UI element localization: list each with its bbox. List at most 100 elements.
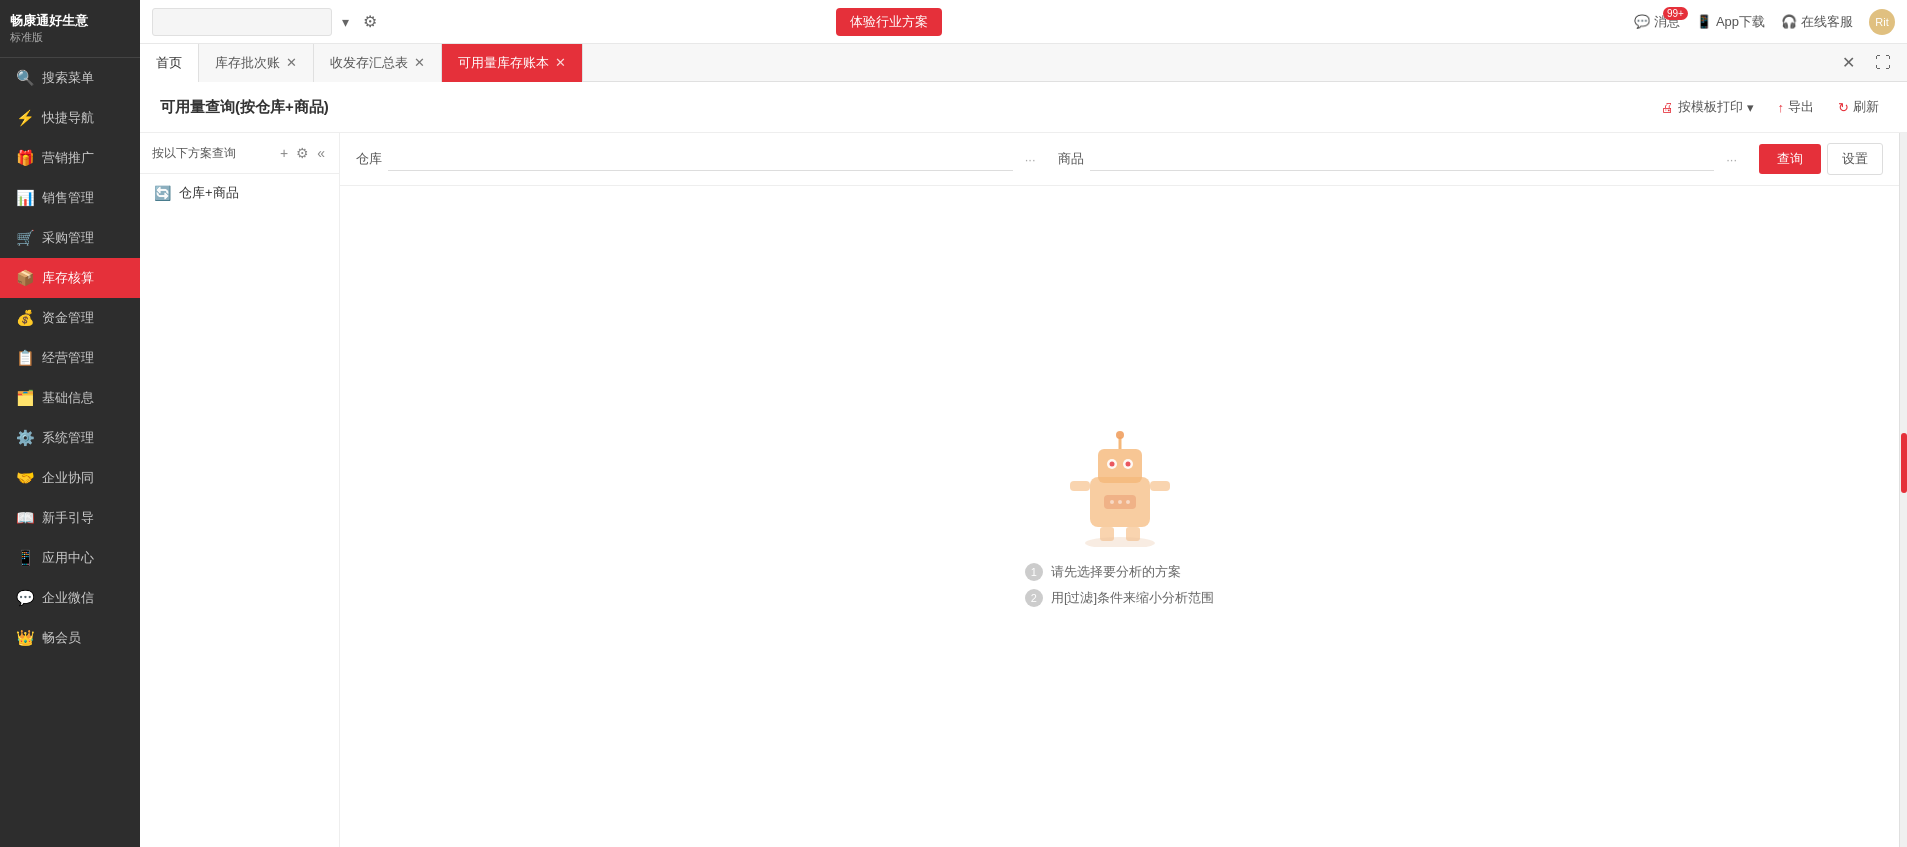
- topbar: ▾ ⚙ 体验行业方案 💬 消息 99+ 📱 App下载 🎧 在线客服 Rit: [140, 0, 1907, 44]
- close-tab-available-ledger[interactable]: ✕: [555, 56, 566, 69]
- product-input[interactable]: [1090, 147, 1715, 171]
- sidebar-icon-enterprise: 🤝: [16, 469, 34, 487]
- tab-receive-summary[interactable]: 收发存汇总表✕: [314, 44, 442, 82]
- export-icon: ↑: [1778, 100, 1785, 115]
- main-panel: 仓库 ··· 商品 ··· 查询 设置: [340, 133, 1899, 847]
- svg-point-16: [1085, 537, 1155, 547]
- product-label: 商品: [1058, 150, 1084, 168]
- sidebar-label-inventory: 库存核算: [42, 269, 94, 287]
- filter-panel: 按以下方案查询 + ⚙ « 🔄 仓库+商品: [140, 133, 340, 847]
- sidebar-icon-sales: 📊: [16, 189, 34, 207]
- sidebar-icon-purchase: 🛒: [16, 229, 34, 247]
- trial-btn[interactable]: 体验行业方案: [836, 8, 942, 36]
- export-label: 导出: [1788, 98, 1814, 116]
- filter-collapse-btn[interactable]: «: [315, 143, 327, 163]
- product-field: 商品 ···: [1058, 147, 1744, 171]
- tab-label-home: 首页: [156, 54, 182, 72]
- sidebar-label-purchase: 采购管理: [42, 229, 94, 247]
- sidebar-item-operations[interactable]: 📋经营管理: [0, 338, 140, 378]
- sidebar-item-sales[interactable]: 📊 销售管理: [0, 178, 140, 218]
- empty-illustration: [1060, 427, 1180, 547]
- close-tab-receive-summary[interactable]: ✕: [414, 56, 425, 69]
- sidebar-icon-shortcut: ⚡: [16, 109, 34, 127]
- app-download-label: App下载: [1716, 13, 1765, 31]
- sidebar-label-sales: 销售管理: [42, 189, 94, 207]
- tab-available-ledger[interactable]: 可用量库存账本✕: [442, 44, 583, 82]
- filter-panel-title: 按以下方案查询: [152, 145, 236, 162]
- online-service-btn[interactable]: 🎧 在线客服: [1781, 13, 1853, 31]
- scrollbar-thumb[interactable]: [1901, 433, 1907, 493]
- sidebar-label-appstore: 应用中心: [42, 549, 94, 567]
- warehouse-more-btn[interactable]: ···: [1019, 150, 1042, 169]
- close-tab-batch-ledger[interactable]: ✕: [286, 56, 297, 69]
- warehouse-field: 仓库 ···: [356, 147, 1042, 171]
- brand-name: 畅康通好生意: [10, 12, 130, 30]
- empty-hints: 1 请先选择要分析的方案 2 用[过滤]条件来缩小分析范围: [1025, 563, 1214, 607]
- sidebar-item-appstore[interactable]: 📱 应用中心: [0, 538, 140, 578]
- filter-header-actions: + ⚙ «: [278, 143, 327, 163]
- refresh-btn[interactable]: ↻ 刷新: [1830, 94, 1887, 120]
- print-template-btn[interactable]: 🖨 按模板打印 ▾: [1653, 94, 1762, 120]
- sidebar-item-shortcut[interactable]: ⚡ 快捷导航: [0, 98, 140, 138]
- sidebar-icon-operations: 📋: [16, 349, 34, 367]
- brand-sub: 标准版: [10, 30, 130, 45]
- sidebar-item-purchase[interactable]: 🛒 采购管理: [0, 218, 140, 258]
- empty-state: 1 请先选择要分析的方案 2 用[过滤]条件来缩小分析范围: [340, 186, 1899, 847]
- settings-btn[interactable]: 设置: [1827, 143, 1883, 175]
- sidebar-item-enterprise[interactable]: 🤝 企业协同: [0, 458, 140, 498]
- scheme-icon: 🔄: [154, 185, 171, 201]
- sidebar-icon-wechat: 💬: [16, 589, 34, 607]
- close-window-btn[interactable]: ✕: [1834, 49, 1863, 76]
- main-area: ▾ ⚙ 体验行业方案 💬 消息 99+ 📱 App下载 🎧 在线客服 Rit: [140, 0, 1907, 847]
- product-more-btn[interactable]: ···: [1720, 150, 1743, 169]
- topbar-gear-btn[interactable]: ⚙: [359, 8, 381, 35]
- query-btn[interactable]: 查询: [1759, 144, 1821, 174]
- warehouse-input[interactable]: [388, 147, 1013, 171]
- sidebar-item-inventory[interactable]: 📦 库存核算: [0, 258, 140, 298]
- maximize-window-btn[interactable]: ⛶: [1867, 50, 1899, 76]
- sidebar-icon-inventory: 📦: [16, 269, 34, 287]
- page-header: 可用量查询(按仓库+商品) 🖨 按模板打印 ▾ ↑ 导出 ↻ 刷新: [140, 82, 1907, 133]
- messages-btn[interactable]: 💬 消息 99+: [1634, 13, 1680, 31]
- hint1-text: 请先选择要分析的方案: [1051, 563, 1181, 581]
- svg-point-7: [1116, 431, 1124, 439]
- hint2-text: 用[过滤]条件来缩小分析范围: [1051, 589, 1214, 607]
- sidebar-icon-newbie: 📖: [16, 509, 34, 527]
- export-btn[interactable]: ↑ 导出: [1770, 94, 1823, 120]
- topbar-dropdown-btn[interactable]: ▾: [338, 10, 353, 34]
- tab-batch-ledger[interactable]: 库存批次账 ✕: [199, 44, 314, 82]
- tab-home[interactable]: 首页: [140, 44, 199, 82]
- sidebar-item-finance[interactable]: 💰 资金管理: [0, 298, 140, 338]
- tab-window-actions: ✕ ⛶: [1834, 49, 1907, 76]
- sidebar-item-basic[interactable]: 🗂️基础信息: [0, 378, 140, 418]
- sidebar-nav: 🔍搜索菜单 ⚡ 快捷导航 🎁营销推广 📊 销售管理 🛒 采购管理 📦 库存核算 💰 资金管理 📋经营管理…: [0, 58, 140, 847]
- sidebar-label-enterprise: 企业协同: [42, 469, 94, 487]
- sidebar-label-finance: 资金管理: [42, 309, 94, 327]
- content-area: 按以下方案查询 + ⚙ « 🔄 仓库+商品 仓库 ···: [140, 133, 1907, 847]
- messages-badge: 99+: [1663, 7, 1688, 20]
- app-download-btn[interactable]: 📱 App下载: [1696, 13, 1765, 31]
- sidebar-label-shortcut: 快捷导航: [42, 109, 94, 127]
- headset-icon: 🎧: [1781, 14, 1797, 29]
- sidebar-icon-appstore: 📱: [16, 549, 34, 567]
- avatar-text: Rit: [1875, 16, 1888, 28]
- sidebar-item-search[interactable]: 🔍搜索菜单: [0, 58, 140, 98]
- sidebar-item-newbie[interactable]: 📖 新手引导: [0, 498, 140, 538]
- sidebar-item-system[interactable]: ⚙️系统管理: [0, 418, 140, 458]
- topbar-search-input[interactable]: [152, 8, 332, 36]
- filter-add-btn[interactable]: +: [278, 143, 290, 163]
- filter-scheme-item[interactable]: 🔄 仓库+商品: [140, 174, 339, 212]
- sidebar-item-marketing[interactable]: 🎁营销推广: [0, 138, 140, 178]
- sidebar-label-newbie: 新手引导: [42, 509, 94, 527]
- sidebar-item-wechat[interactable]: 💬企业微信: [0, 578, 140, 618]
- user-area[interactable]: Rit: [1869, 9, 1895, 35]
- filter-panel-header: 按以下方案查询 + ⚙ «: [140, 133, 339, 174]
- filter-settings-btn[interactable]: ⚙: [294, 143, 311, 163]
- sidebar: 畅康通好生意 标准版 🔍搜索菜单 ⚡ 快捷导航 🎁营销推广 📊 销售管理 🛒 采购管理 📦 库存核…: [0, 0, 140, 847]
- tab-label-batch-ledger: 库存批次账: [215, 54, 280, 72]
- sidebar-icon-finance: 💰: [16, 309, 34, 327]
- topbar-search-area: ▾ ⚙: [152, 8, 828, 36]
- sidebar-item-member[interactable]: 👑畅会员: [0, 618, 140, 658]
- avatar: Rit: [1869, 9, 1895, 35]
- sidebar-icon-marketing: 🎁: [16, 149, 34, 167]
